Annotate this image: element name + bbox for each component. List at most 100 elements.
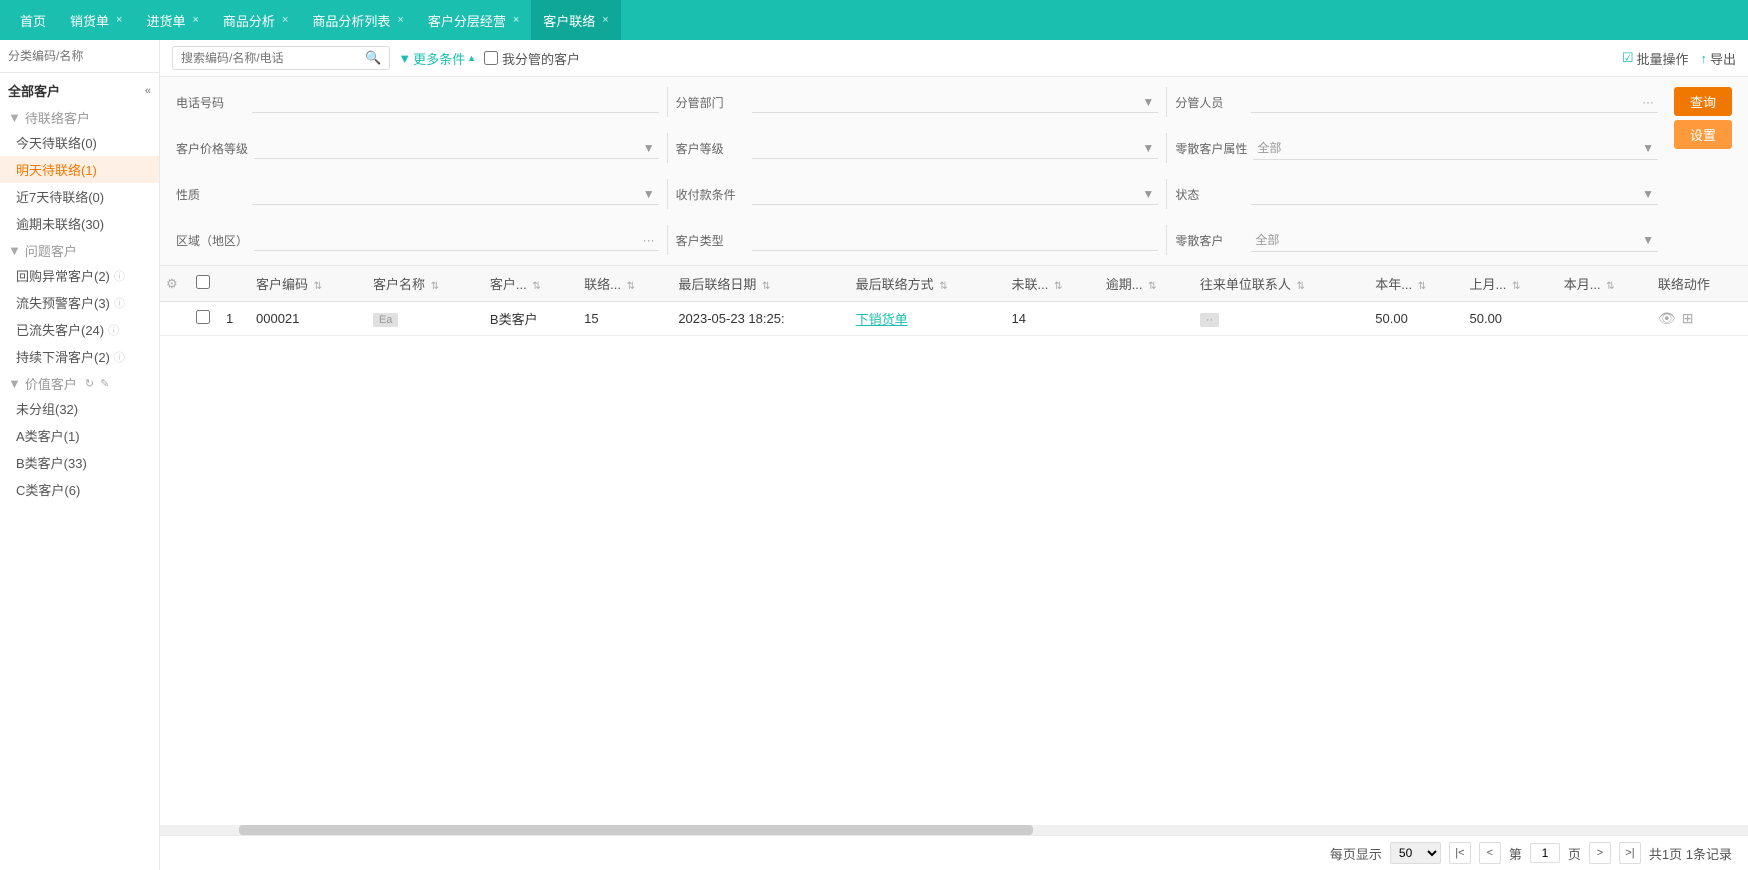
per-page-select[interactable]: 50 100 200 [1390, 842, 1441, 864]
class-c-label: C类客户(6) [16, 480, 80, 499]
sidebar-item-class-c[interactable]: C类客户(6) [0, 476, 159, 503]
row-code: 000021 [250, 302, 367, 336]
last-contact-method-link[interactable]: 下销货单 [856, 312, 908, 327]
retail-customer-label: 零散客户 [1175, 232, 1245, 249]
nav-home[interactable]: 首页 [8, 0, 58, 40]
page-number-input[interactable] [1530, 843, 1560, 863]
set-button[interactable]: 设置 [1674, 120, 1732, 149]
collapse-icon[interactable]: « [145, 85, 151, 97]
sidebar-item-class-a[interactable]: A类客户(1) [0, 422, 159, 449]
sort-icon-contact[interactable]: ⇅ [627, 281, 635, 292]
scrollbar-thumb[interactable] [239, 825, 1033, 835]
bulk-op-btn[interactable]: ☑ 批量操作 [1622, 49, 1689, 68]
region-ellipsis[interactable]: ··· [643, 233, 655, 247]
arrow-down-icon: ▼ [8, 110, 21, 125]
pending-contact-label: 待联络客户 [25, 108, 90, 127]
bulk-op-label: 批量操作 [1636, 49, 1688, 68]
horizontal-scrollbar[interactable] [160, 825, 1748, 835]
col-contact-action-label: 联络动作 [1658, 277, 1710, 292]
grid-action-icon[interactable]: ⊞ [1682, 310, 1694, 327]
product-analysis-list-close-icon[interactable]: × [397, 14, 403, 26]
page-label: 第 [1509, 844, 1522, 863]
payment-select[interactable]: ▼ [752, 184, 1159, 205]
class-b-label: B类客户(33) [16, 453, 87, 472]
price-level-select[interactable]: ▼ [254, 138, 659, 159]
nature-select[interactable]: ▼ [252, 184, 659, 205]
customer-segmentation-close-icon[interactable]: × [513, 14, 519, 26]
my-customers-check[interactable]: 我分管的客户 [484, 49, 580, 68]
refresh-icon[interactable]: ↻ [85, 377, 94, 390]
sort-icon-not-contacted[interactable]: ⇅ [1054, 281, 1062, 292]
sidebar-item-tomorrow-contact[interactable]: 明天待联络(1) [0, 156, 159, 183]
my-customers-checkbox[interactable] [484, 51, 498, 65]
manager-ellipsis[interactable]: ··· [1642, 95, 1654, 109]
sort-icon-method[interactable]: ⇅ [939, 281, 947, 292]
retail-attr-select[interactable]: 全部 ▼ [1253, 136, 1658, 160]
advanced-filter-panel: 电话号码 分管部门 ▼ 分管人员 [160, 77, 1748, 266]
customer-type-input[interactable] [752, 230, 1159, 251]
sidebar-item-losing[interactable]: 流失预警客户(3) ⓘ [0, 289, 159, 316]
sales-close-icon[interactable]: × [116, 14, 122, 26]
select-all-checkbox[interactable] [196, 275, 210, 289]
sidebar-item-lost[interactable]: 已流失客户(24) ⓘ [0, 316, 159, 343]
retail-customer-select[interactable]: 全部 ▼ [1251, 228, 1658, 252]
sidebar-item-declining[interactable]: 持续下滑客户(2) ⓘ [0, 343, 159, 370]
filter-row-4: 区域（地区） ··· 客户类型 零散客户 [176, 225, 1658, 255]
sort-icon-code[interactable]: ⇅ [314, 281, 322, 292]
status-chevron: ▼ [1642, 187, 1654, 201]
edit-icon[interactable]: ✎ [100, 377, 109, 390]
col-name: 客户名称 ⇅ [367, 266, 484, 302]
nav-purchase[interactable]: 进货单 × [134, 0, 210, 40]
next-page-btn[interactable]: > [1589, 842, 1611, 864]
prev-page-btn[interactable]: < [1479, 842, 1501, 864]
sort-icon-this-month[interactable]: ⇅ [1606, 281, 1614, 292]
row-select-checkbox[interactable] [196, 310, 210, 324]
sidebar-search-container: 🔍 [0, 40, 159, 73]
status-select[interactable]: ▼ [1251, 184, 1658, 205]
customer-contact-close-icon[interactable]: × [602, 14, 608, 26]
col-unit-contact-label: 往来单位联系人 [1200, 277, 1291, 292]
sidebar-item-overdue-contact[interactable]: 逾期未联络(30) [0, 210, 159, 237]
sort-icon-unit-contact[interactable]: ⇅ [1297, 281, 1305, 292]
sidebar-item-today-contact[interactable]: 今天待联络(0) [0, 129, 159, 156]
nav-customer-segmentation[interactable]: 客户分层经营 × [416, 0, 531, 40]
sort-icon-overdue[interactable]: ⇅ [1148, 281, 1156, 292]
more-conditions-btn[interactable]: ▼ 更多条件 ▲ [398, 49, 476, 68]
all-customers-header: 全部客户 « [0, 73, 159, 104]
first-page-btn[interactable]: |< [1449, 842, 1471, 864]
filter-search-input[interactable] [181, 51, 361, 65]
sort-icon-last-month[interactable]: ⇅ [1512, 281, 1520, 292]
customer-level-select[interactable]: ▼ [752, 138, 1159, 159]
sidebar-item-week-contact[interactable]: 近7天待联络(0) [0, 183, 159, 210]
eye-action-icon[interactable]: 👁 [1658, 310, 1676, 327]
filter-status: 状态 ▼ [1175, 184, 1658, 205]
nav-sales[interactable]: 销货单 × [58, 0, 134, 40]
price-level-chevron: ▼ [643, 141, 655, 155]
nav-customer-contact[interactable]: 客户联络 × [531, 0, 620, 40]
sidebar-item-repeat-abnormal[interactable]: 回购异常客户(2) ⓘ [0, 262, 159, 289]
export-btn[interactable]: ↑ 导出 [1700, 49, 1736, 68]
sort-icon-type[interactable]: ⇅ [532, 281, 540, 292]
last-page-btn[interactable]: >| [1619, 842, 1641, 864]
manager-label: 分管人员 [1175, 94, 1245, 111]
sort-icon-date[interactable]: ⇅ [762, 281, 770, 292]
sort-icon-name[interactable]: ⇅ [431, 281, 439, 292]
sort-icon-this-year[interactable]: ⇅ [1418, 281, 1426, 292]
purchase-close-icon[interactable]: × [192, 14, 198, 26]
dept-select[interactable]: ▼ [752, 92, 1159, 113]
col-name-label: 客户名称 [373, 277, 425, 292]
gear-settings-icon[interactable]: ⚙ [166, 276, 178, 291]
filter-search-icon[interactable]: 🔍 [365, 50, 381, 66]
sidebar-item-ungrouped[interactable]: 未分组(32) [0, 395, 159, 422]
sidebar-item-class-b[interactable]: B类客户(33) [0, 449, 159, 476]
sidebar-search-input[interactable] [8, 49, 160, 63]
nav-product-analysis[interactable]: 商品分析 × [211, 0, 300, 40]
query-button[interactable]: 查询 [1674, 87, 1732, 116]
phone-input[interactable] [252, 92, 659, 113]
product-analysis-close-icon[interactable]: × [282, 14, 288, 26]
row-type: B类客户 [484, 302, 578, 336]
col-code: 客户编码 ⇅ [250, 266, 367, 302]
nav-product-analysis-list[interactable]: 商品分析列表 × [300, 0, 415, 40]
col-type-label: 客户... [490, 277, 527, 292]
row-number: 1 [220, 302, 250, 336]
